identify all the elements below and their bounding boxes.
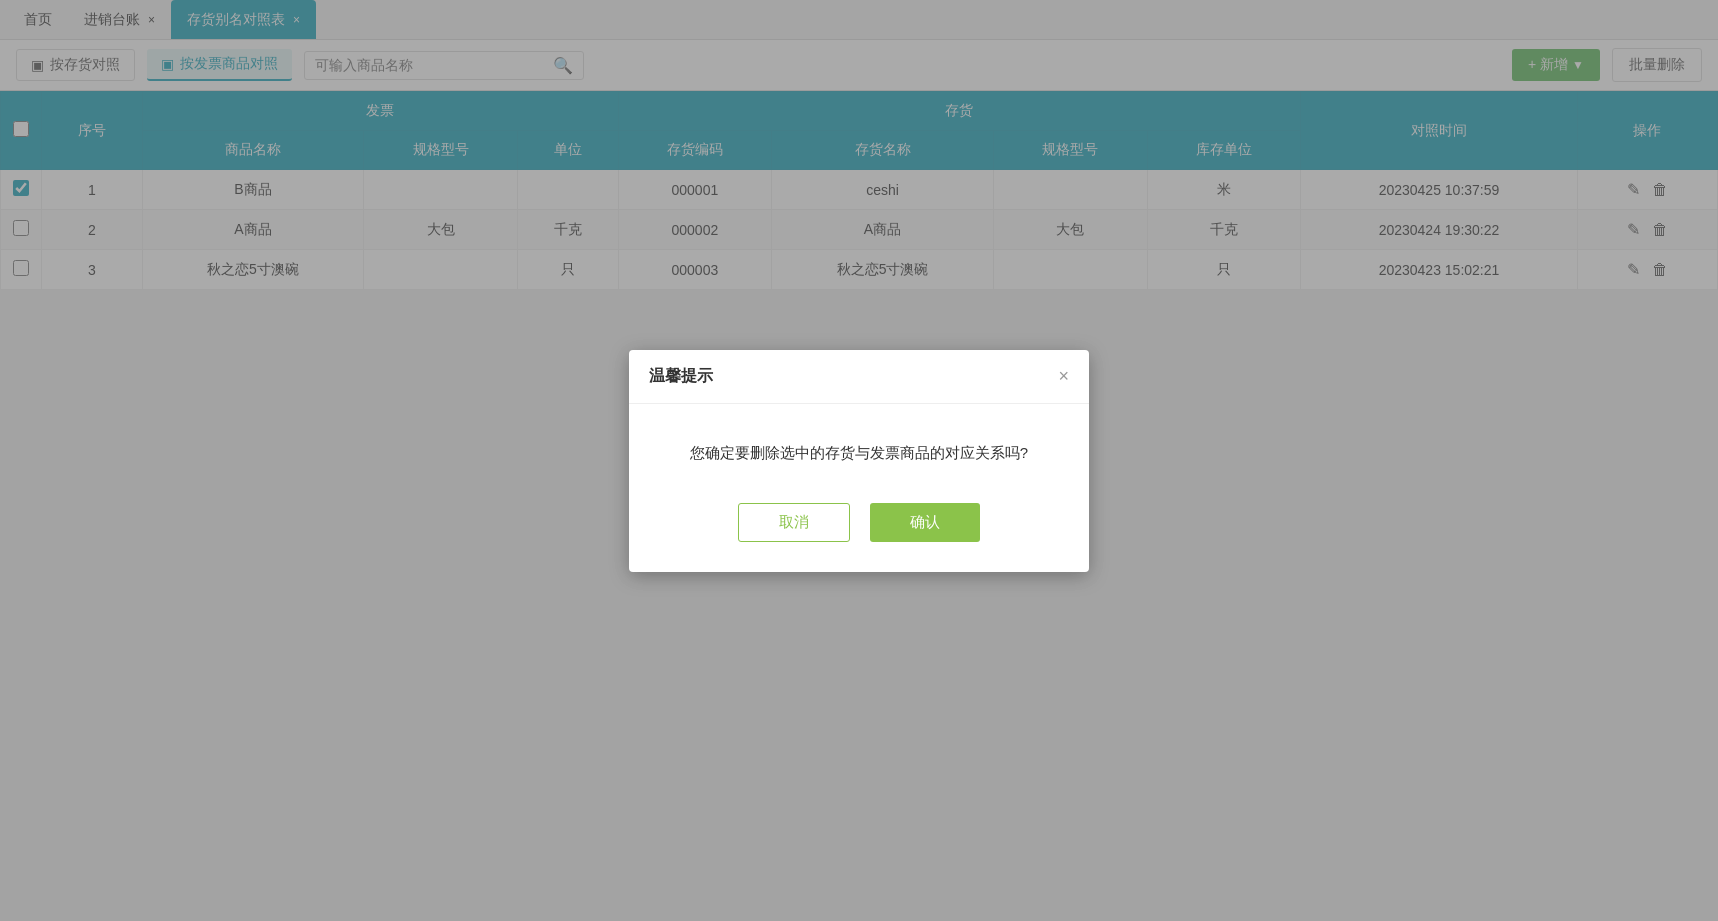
- overlay: 温馨提示 × 您确定要删除选中的存货与发票商品的对应关系吗? 取消 确认: [0, 0, 1718, 290]
